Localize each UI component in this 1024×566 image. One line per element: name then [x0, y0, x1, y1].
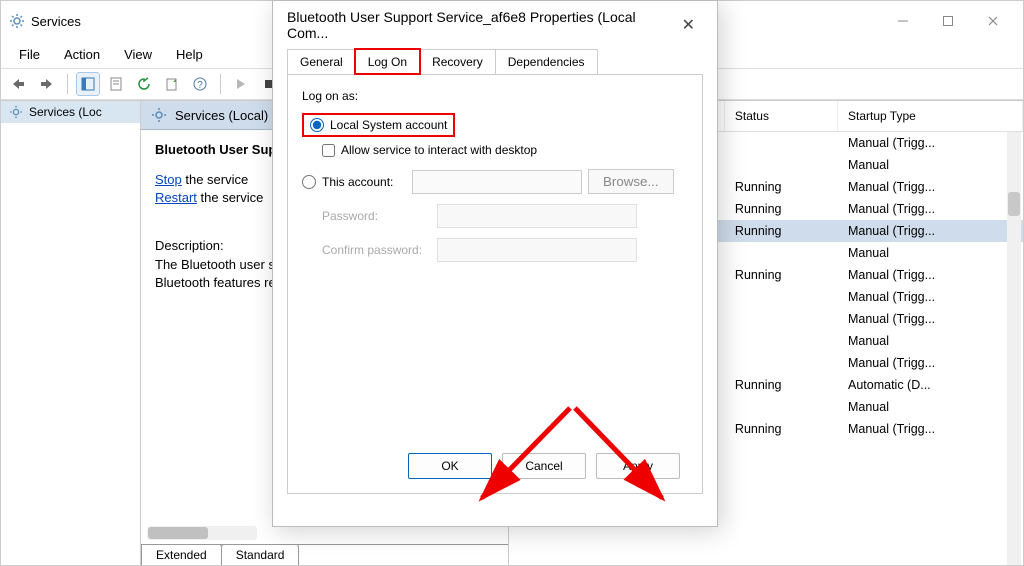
tool-refresh[interactable]	[132, 72, 156, 96]
tab-standard[interactable]: Standard	[221, 544, 300, 565]
dialog-title: Bluetooth User Support Service_af6e8 Pro…	[287, 9, 674, 41]
svg-text:?: ?	[197, 80, 203, 91]
cell-status	[725, 311, 838, 327]
cell-startup-type: Manual (Trigg...	[838, 223, 1023, 239]
apply-button[interactable]: Apply	[596, 453, 680, 479]
cell-startup-type: Manual	[838, 333, 1023, 349]
stop-link[interactable]: Stop	[155, 172, 182, 187]
dialog-titlebar[interactable]: Bluetooth User Support Service_af6e8 Pro…	[273, 1, 717, 49]
tab-extended[interactable]: Extended	[141, 544, 222, 565]
radio-local-system-label: Local System account	[330, 118, 447, 132]
cell-startup-type: Manual (Trigg...	[838, 421, 1023, 437]
radio-local-system[interactable]	[310, 118, 324, 132]
col-status[interactable]: Status	[725, 101, 838, 131]
services-icon	[9, 13, 25, 29]
dialog-close-button[interactable]: ✕	[674, 11, 703, 39]
ok-button[interactable]: OK	[408, 453, 492, 479]
confirm-password-label: Confirm password:	[322, 243, 427, 257]
checkbox-allow-interact-label: Allow service to interact with desktop	[341, 143, 537, 157]
radio-this-account[interactable]	[302, 175, 316, 189]
browse-button[interactable]: Browse...	[588, 169, 674, 194]
log-on-as-label: Log on as:	[302, 89, 688, 103]
cell-status	[725, 399, 838, 415]
tab-recovery[interactable]: Recovery	[419, 49, 496, 74]
confirm-password-input[interactable]	[437, 238, 637, 262]
cell-startup-type: Manual (Trigg...	[838, 289, 1023, 305]
vertical-scrollbar[interactable]	[1007, 132, 1021, 565]
tree-pane: Services (Loc	[1, 101, 141, 565]
cell-startup-type: Manual	[838, 399, 1023, 415]
restart-suffix: the service	[197, 190, 263, 205]
cell-status: Running	[725, 377, 838, 393]
cell-startup-type: Manual	[838, 157, 1023, 173]
horizontal-scrollbar[interactable]	[147, 526, 257, 540]
cell-startup-type: Manual (Trigg...	[838, 267, 1023, 283]
this-account-input[interactable]	[412, 170, 582, 194]
detail-header-label: Services (Local)	[175, 108, 268, 123]
password-label: Password:	[322, 209, 427, 223]
checkbox-allow-interact[interactable]	[322, 144, 335, 157]
cell-startup-type: Manual (Trigg...	[838, 201, 1023, 217]
password-input[interactable]	[437, 204, 637, 228]
tool-show-hide[interactable]	[76, 72, 100, 96]
cell-status: Running	[725, 421, 838, 437]
tool-properties[interactable]	[104, 72, 128, 96]
menu-action[interactable]: Action	[54, 43, 110, 66]
col-startup-type[interactable]: Startup Type	[838, 101, 1023, 131]
tool-back[interactable]	[7, 72, 31, 96]
cell-status	[725, 245, 838, 261]
gear-icon	[151, 107, 167, 123]
stop-suffix: the service	[182, 172, 248, 187]
cell-status	[725, 157, 838, 173]
tool-forward[interactable]	[35, 72, 59, 96]
cancel-button[interactable]: Cancel	[502, 453, 586, 479]
menu-view[interactable]: View	[114, 43, 162, 66]
gear-icon	[9, 105, 23, 119]
cell-status	[725, 333, 838, 349]
tree-item-label: Services (Loc	[29, 105, 102, 119]
properties-dialog: Bluetooth User Support Service_af6e8 Pro…	[272, 0, 718, 527]
close-button[interactable]	[970, 7, 1015, 35]
cell-status	[725, 135, 838, 151]
menu-file[interactable]: File	[9, 43, 50, 66]
tab-dependencies[interactable]: Dependencies	[495, 49, 598, 74]
cell-status: Running	[725, 201, 838, 217]
tab-general[interactable]: General	[287, 49, 356, 74]
cell-status: Running	[725, 267, 838, 283]
tab-log-on[interactable]: Log On	[355, 49, 420, 74]
tool-start[interactable]	[229, 72, 253, 96]
cell-startup-type: Manual	[838, 245, 1023, 261]
cell-startup-type: Manual (Trigg...	[838, 179, 1023, 195]
tool-help[interactable]: ?	[188, 72, 212, 96]
restart-link[interactable]: Restart	[155, 190, 197, 205]
tree-services-local[interactable]: Services (Loc	[1, 101, 140, 123]
cell-startup-type: Manual (Trigg...	[838, 311, 1023, 327]
tool-export[interactable]	[160, 72, 184, 96]
cell-status	[725, 289, 838, 305]
cell-status	[725, 355, 838, 371]
cell-startup-type: Automatic (D...	[838, 377, 1023, 393]
cell-startup-type: Manual (Trigg...	[838, 135, 1023, 151]
window-title: Services	[31, 14, 81, 29]
cell-status: Running	[725, 223, 838, 239]
minimize-button[interactable]	[880, 7, 925, 35]
cell-startup-type: Manual (Trigg...	[838, 355, 1023, 371]
maximize-button[interactable]	[925, 7, 970, 35]
menu-help[interactable]: Help	[166, 43, 213, 66]
cell-status: Running	[725, 179, 838, 195]
radio-this-account-label: This account:	[322, 175, 406, 189]
